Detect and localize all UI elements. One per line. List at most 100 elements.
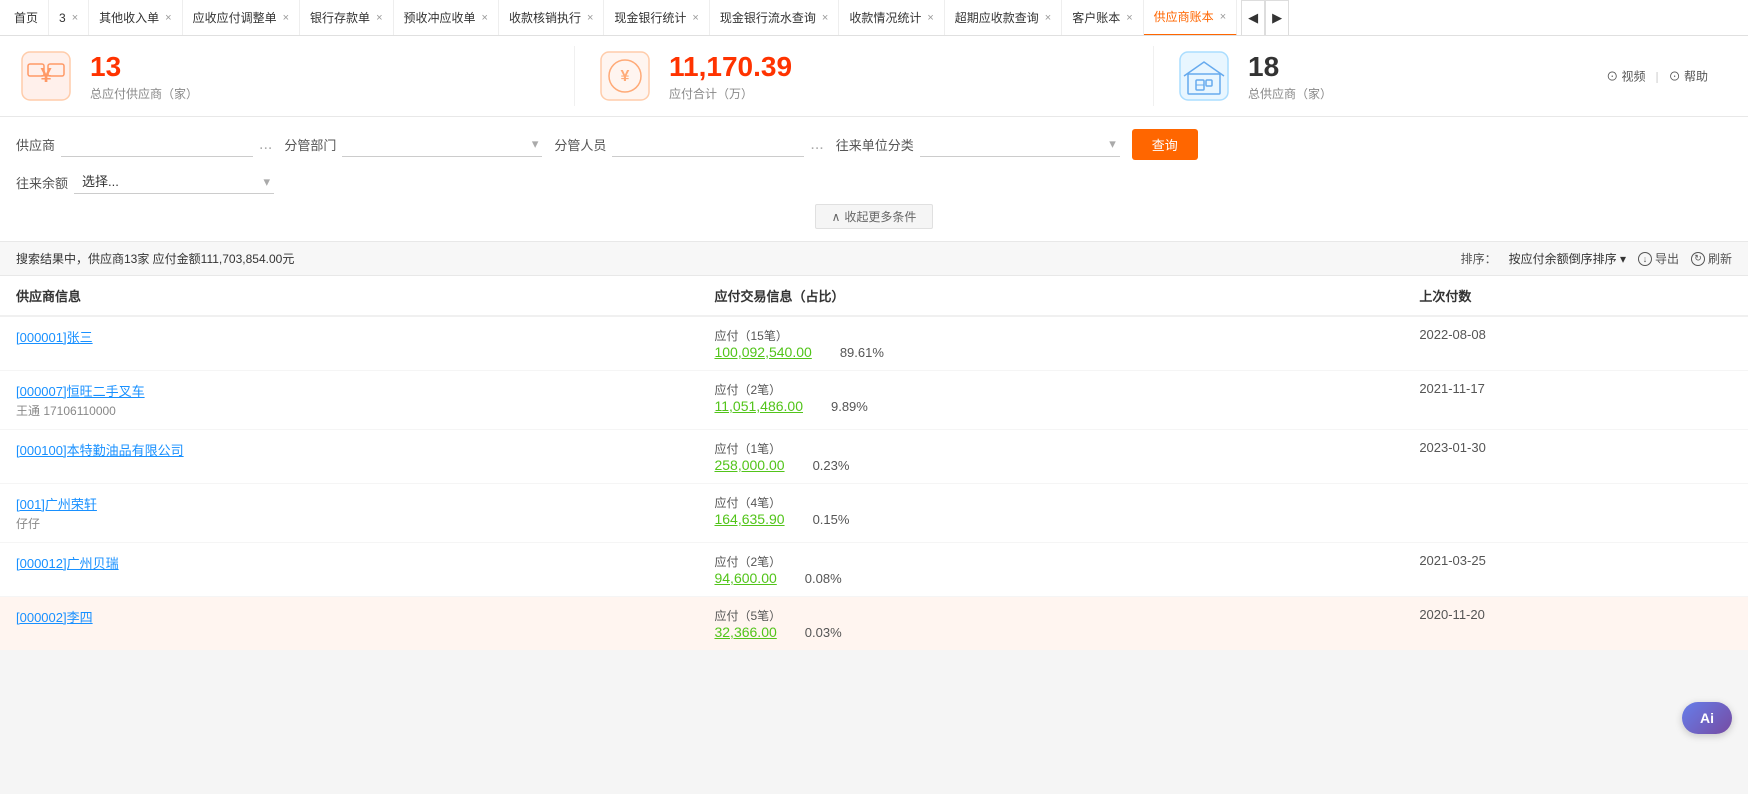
close-tab-receipt-verify[interactable]: ×: [587, 12, 593, 24]
stat-total-suppliers: 18 总供应商（家） ⊙ 视频 | ⊙ 帮助: [1154, 46, 1732, 106]
ap-amount[interactable]: 164,635.90: [714, 511, 784, 527]
close-tab-customer-account[interactable]: ×: [1126, 12, 1132, 24]
video-link[interactable]: ⊙ 视频: [1606, 68, 1645, 85]
stat-total-suppliers-label: 总供应商（家）: [1248, 85, 1332, 102]
stat-total-suppliers-number: 18: [1248, 50, 1332, 84]
nav-arrow-left[interactable]: ◀: [1241, 0, 1265, 36]
ap-percent: 89.61%: [840, 345, 884, 360]
ai-button[interactable]: Ai: [1682, 702, 1732, 734]
table-row: [000012]广州贝瑞应付（2笔）94,600.000.08%2021-03-…: [0, 543, 1748, 597]
table-cell-last-payment: 2022-08-08: [1403, 316, 1748, 371]
ap-label: 应付（2笔）: [714, 381, 1387, 398]
nav-tab-other-income[interactable]: 其他收入单 ×: [89, 0, 182, 36]
supplier-sub-info: 仔仔: [16, 515, 682, 532]
nav-tab-ap-adjust[interactable]: 应收应付调整单 ×: [183, 0, 300, 36]
close-tab-supplier-account[interactable]: ×: [1220, 11, 1226, 23]
table-cell-supplier: [000001]张三: [0, 316, 698, 371]
nav-tab-bank-deposit[interactable]: 银行存款单 ×: [300, 0, 393, 36]
filter-row-2: 往来余额 选择... ▾: [16, 170, 1732, 194]
person-dots[interactable]: ...: [810, 136, 823, 154]
ap-amount[interactable]: 258,000.00: [714, 457, 784, 473]
ap-count: （2笔）: [739, 555, 782, 569]
nav-tab-collect-stat[interactable]: 收款情况统计 ×: [839, 0, 944, 36]
close-tab-bank-deposit[interactable]: ×: [376, 12, 382, 24]
close-tab-overdue-query[interactable]: ×: [1045, 12, 1051, 24]
dept-select-wrapper: ▾: [342, 133, 542, 157]
nav-tab-customer-account[interactable]: 客户账本 ×: [1062, 0, 1143, 36]
ap-amount[interactable]: 100,092,540.00: [714, 344, 811, 360]
supplier-link[interactable]: [000002]李四: [16, 610, 93, 625]
stat-payable-suppliers-label: 总应付供应商（家）: [90, 85, 198, 102]
supplier-dots[interactable]: ...: [259, 136, 272, 154]
close-tab-collect-stat[interactable]: ×: [927, 12, 933, 24]
col-header-ap-info: 应付交易信息（占比）: [698, 276, 1403, 316]
balance-select-wrapper: 选择... ▾: [74, 170, 274, 194]
table-cell-ap-info: 应付（2笔）94,600.000.08%: [698, 543, 1403, 597]
dept-select[interactable]: [342, 133, 522, 156]
close-tab-ap-adjust[interactable]: ×: [283, 12, 289, 24]
ap-amount[interactable]: 11,051,486.00: [714, 398, 803, 414]
ap-type-label: 应付: [714, 496, 738, 510]
supplier-link[interactable]: [000007]恒旺二手叉车: [16, 384, 145, 399]
sort-value[interactable]: 按应付余额倒序排序 ▾: [1509, 250, 1626, 267]
stat-payable-suppliers-number: 13: [90, 50, 198, 84]
supplier-link[interactable]: [000100]本特勤油品有限公司: [16, 443, 184, 458]
filter-person: 分管人员 ...: [554, 133, 823, 157]
table-row: [000100]本特勤油品有限公司应付（1笔）258,000.000.23%20…: [0, 430, 1748, 484]
supplier-input[interactable]: [61, 133, 253, 157]
nav-tab-advance-collect[interactable]: 预收冲应收单 ×: [394, 0, 499, 36]
last-payment-date: 2020-11-20: [1419, 607, 1485, 622]
results-summary: 搜索结果中，供应商13家 应付金额111,703,854.00元: [16, 250, 294, 267]
ap-amount[interactable]: 94,600.00: [714, 570, 776, 586]
nav-tab-3[interactable]: 3 ×: [49, 0, 89, 36]
payable-suppliers-icon: ¥: [16, 46, 76, 106]
collapse-button[interactable]: ∧ 收起更多条件: [815, 204, 934, 229]
close-tab-3[interactable]: ×: [72, 12, 78, 24]
nav-tab-receipt-verify[interactable]: 收款核销执行 ×: [499, 0, 604, 36]
table-cell-last-payment: 2020-11-20: [1403, 597, 1748, 651]
nav-tab-home[interactable]: 首页: [4, 0, 49, 36]
ap-count: （1笔）: [739, 442, 782, 456]
nav-tab-overdue-query[interactable]: 超期应收款查询 ×: [945, 0, 1062, 36]
main-content: 供应商信息 应付交易信息（占比） 上次付数 [000001]张三应付（15笔）1…: [0, 276, 1748, 651]
person-input[interactable]: [612, 133, 804, 157]
filter-dept: 分管部门 ▾: [284, 133, 542, 157]
unit-class-select[interactable]: [920, 133, 1120, 156]
stats-bar: ¥ 13 总应付供应商（家） ¥ 11,170.39 应付合计（万）: [0, 36, 1748, 117]
close-tab-cash-bank-flow[interactable]: ×: [822, 12, 828, 24]
table-row: [001]广州荣轩仔仔应付（4笔）164,635.900.15%: [0, 484, 1748, 543]
close-tab-cash-bank-stat[interactable]: ×: [692, 12, 698, 24]
ap-amount[interactable]: 32,366.00: [714, 624, 776, 640]
table-row: [000007]恒旺二手叉车王通 17106110000应付（2笔）11,051…: [0, 371, 1748, 430]
supplier-table: 供应商信息 应付交易信息（占比） 上次付数 [000001]张三应付（15笔）1…: [0, 276, 1748, 651]
close-tab-advance-collect[interactable]: ×: [482, 12, 488, 24]
supplier-link[interactable]: [000012]广州贝瑞: [16, 556, 119, 571]
supplier-link[interactable]: [000001]张三: [16, 330, 93, 345]
close-tab-other-income[interactable]: ×: [165, 12, 171, 24]
supplier-link[interactable]: [001]广州荣轩: [16, 497, 97, 512]
table-cell-last-payment: 2023-01-30: [1403, 430, 1748, 484]
stat-total-payable-amount: ¥ 11,170.39 应付合计（万）: [575, 46, 1154, 106]
ai-button-container: Ai: [1682, 702, 1732, 734]
refresh-button[interactable]: ↻ 刷新: [1691, 250, 1732, 267]
nav-tab-cash-bank-flow[interactable]: 现金银行流水查询 ×: [710, 0, 839, 36]
nav-tab-cash-bank-stat[interactable]: 现金银行统计 ×: [604, 0, 709, 36]
filter-row-1: 供应商 ... 分管部门 ▾ 分管人员 ... 往来单位分类: [16, 129, 1732, 160]
nav-tab-supplier-account[interactable]: 供应商账本 ×: [1144, 0, 1237, 36]
col-header-supplier: 供应商信息: [0, 276, 698, 316]
nav-arrow-right[interactable]: ▶: [1265, 0, 1289, 36]
stat-payable-amount-text: 11,170.39 应付合计（万）: [669, 50, 792, 103]
ap-percent: 0.15%: [813, 512, 850, 527]
balance-chevron-icon: ▾: [263, 174, 270, 190]
ap-count: （2笔）: [739, 383, 782, 397]
help-link[interactable]: ⊙ 帮助: [1669, 68, 1708, 85]
filter-balance: 往来余额 选择... ▾: [16, 170, 274, 194]
query-button[interactable]: 查询: [1132, 129, 1198, 160]
table-cell-supplier: [001]广州荣轩仔仔: [0, 484, 698, 543]
collapse-chevron-icon: ∧: [832, 210, 841, 224]
export-button[interactable]: ↓ 导出: [1638, 250, 1679, 267]
balance-select[interactable]: 选择...: [74, 170, 234, 193]
ap-type-label: 应付: [714, 442, 738, 456]
table-cell-last-payment: [1403, 484, 1748, 543]
table-cell-ap-info: 应付（2笔）11,051,486.009.89%: [698, 371, 1403, 430]
